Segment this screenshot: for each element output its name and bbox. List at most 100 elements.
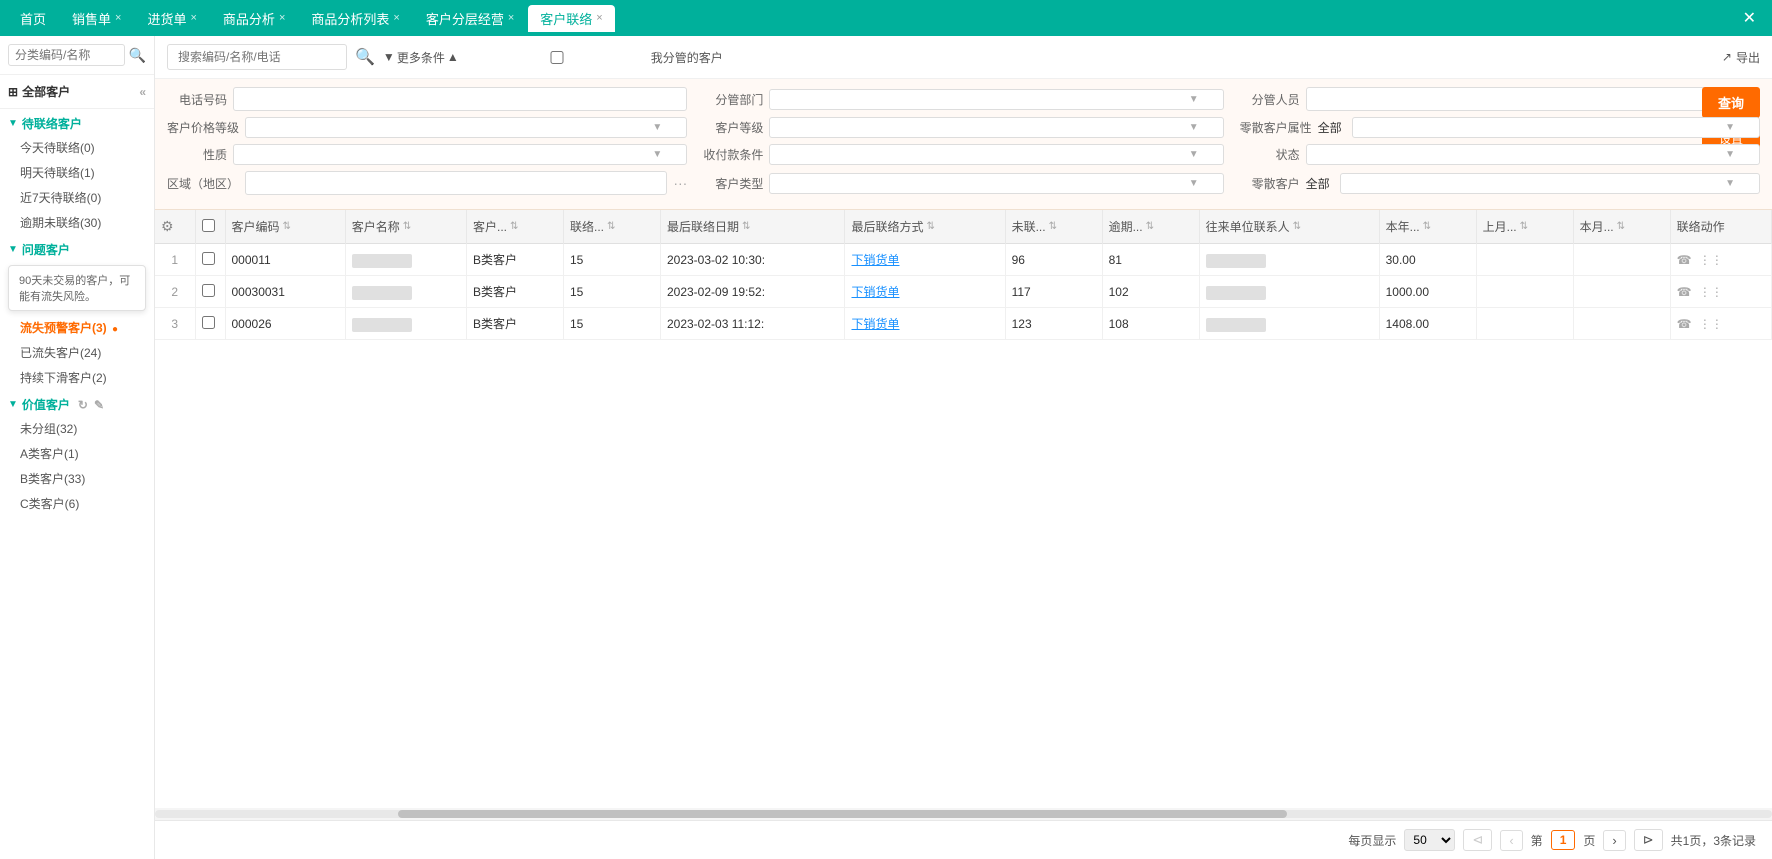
sort-icon-overdue[interactable]: ⇅ xyxy=(1146,221,1154,232)
nav-tab-purchase[interactable]: 进货单 × xyxy=(135,5,208,32)
sidebar-section-problem[interactable]: ▼ 问题客户 xyxy=(0,235,154,261)
row-checkbox[interactable] xyxy=(202,316,215,329)
sidebar-section-pending[interactable]: ▼ 待联络客户 xyxy=(0,109,154,135)
sidebar-item-overdue[interactable]: 逾期未联络(30) xyxy=(0,210,154,235)
per-page-select[interactable]: 50 100 200 xyxy=(1404,829,1455,851)
sidebar-item-lost[interactable]: 已流失客户(24) xyxy=(0,340,154,365)
action-phone-icon[interactable]: ☎ xyxy=(1677,285,1692,299)
cell-overdue: 108 xyxy=(1102,308,1199,340)
status-select[interactable]: ▼ xyxy=(1306,144,1760,165)
sparse-customer-select[interactable]: ▼ xyxy=(1340,173,1760,194)
nav-tab-customer-link[interactable]: 客户联络 × xyxy=(528,5,614,32)
sidebar-item-tomorrow[interactable]: 明天待联络(1) xyxy=(0,160,154,185)
action-phone-icon[interactable]: ☎ xyxy=(1677,317,1692,331)
sort-icon-type[interactable]: ⇅ xyxy=(510,221,518,232)
nav-home[interactable]: 首页 xyxy=(8,5,58,32)
arrow-down-icon2: ▼ xyxy=(8,244,18,255)
sidebar-section-value[interactable]: ▼ 价值客户 ↻ ✎ xyxy=(0,390,154,416)
page-suffix: 页 xyxy=(1583,832,1595,849)
first-page-button[interactable]: ⊲ xyxy=(1463,829,1492,851)
contact-method-link[interactable]: 下销货单 xyxy=(851,317,899,331)
scrollbar-thumb[interactable] xyxy=(398,810,1287,818)
department-select[interactable]: ▼ xyxy=(769,89,1223,110)
sort-icon-code[interactable]: ⇅ xyxy=(283,221,291,232)
horizontal-scrollbar[interactable] xyxy=(155,808,1772,820)
region-dots-icon[interactable]: ··· xyxy=(673,175,687,191)
close-tab-analysis-table-icon[interactable]: × xyxy=(393,12,399,24)
scrollbar-track xyxy=(155,810,1772,818)
contact-method-link[interactable]: 下销货单 xyxy=(851,253,899,267)
cell-last-contact-date: 2023-03-02 10:30: xyxy=(660,244,845,276)
app-close-icon[interactable]: ✕ xyxy=(1735,4,1764,32)
chevron-down-icon9: ▼ xyxy=(1725,178,1735,189)
refresh-icon[interactable]: ↻ xyxy=(78,398,88,412)
price-grade-select[interactable]: ▼ xyxy=(245,117,687,138)
nature-select[interactable]: ▼ xyxy=(233,144,687,165)
payment-select[interactable]: ▼ xyxy=(769,144,1223,165)
sidebar-item-churn-warning[interactable]: 流失预警客户(3) ● xyxy=(0,315,154,340)
sort-icon-method[interactable]: ⇅ xyxy=(927,221,935,232)
manager-input[interactable] xyxy=(1306,87,1740,111)
cell-contact: 15 xyxy=(563,244,660,276)
last-page-button[interactable]: ⊳ xyxy=(1634,829,1663,851)
nav-tab-sales[interactable]: 销售单 × xyxy=(60,5,133,32)
sidebar-search-icon[interactable]: 🔍 xyxy=(129,47,146,64)
action-more-icon[interactable]: ⋮⋮ xyxy=(1699,253,1723,267)
sidebar-item-class-b[interactable]: B类客户(33) xyxy=(0,466,154,491)
export-button[interactable]: ↗ 导出 xyxy=(1722,49,1760,66)
collapse-icon[interactable]: « xyxy=(139,85,146,99)
arrow-down-icon: ▼ xyxy=(8,118,18,129)
nav-tab-analysis-table[interactable]: 商品分析列表 × xyxy=(299,5,411,32)
sort-icon-thismonth[interactable]: ⇅ xyxy=(1617,221,1625,232)
sidebar-search-input[interactable] xyxy=(8,44,125,66)
sidebar-all-customers[interactable]: ⊞ 全部客户 « xyxy=(0,75,154,109)
customer-type-select[interactable]: ▼ xyxy=(769,173,1223,194)
close-tab-sales-icon[interactable]: × xyxy=(115,12,121,24)
my-customers-checkbox-label[interactable]: 我分管的客户 xyxy=(467,49,723,66)
sort-icon-name[interactable]: ⇅ xyxy=(403,221,411,232)
sparse-attr-select[interactable]: ▼ xyxy=(1352,117,1760,138)
action-more-icon[interactable]: ⋮⋮ xyxy=(1699,317,1723,331)
department-label: 分管部门 xyxy=(703,91,763,108)
row-checkbox[interactable] xyxy=(202,284,215,297)
nav-tab-analysis[interactable]: 商品分析 × xyxy=(211,5,297,32)
action-more-icon[interactable]: ⋮⋮ xyxy=(1699,285,1723,299)
sort-icon-contact[interactable]: ⇅ xyxy=(607,221,615,232)
search-button[interactable]: 🔍 xyxy=(355,47,375,67)
sort-icon-nocontact[interactable]: ⇅ xyxy=(1049,221,1057,232)
phone-input[interactable] xyxy=(233,87,687,111)
sort-icon-year[interactable]: ⇅ xyxy=(1423,221,1431,232)
sidebar-item-class-a[interactable]: A类客户(1) xyxy=(0,441,154,466)
close-tab-analysis-icon[interactable]: × xyxy=(279,12,285,24)
row-checkbox[interactable] xyxy=(202,252,215,265)
sort-icon-date[interactable]: ⇅ xyxy=(742,221,750,232)
more-conditions-button[interactable]: ▼ 更多条件 ▲ xyxy=(383,49,459,66)
nav-tab-customer-segment[interactable]: 客户分层经营 × xyxy=(414,5,526,32)
query-button[interactable]: 查询 xyxy=(1702,87,1760,118)
sort-icon-lastmonth[interactable]: ⇅ xyxy=(1520,221,1528,232)
action-phone-icon[interactable]: ☎ xyxy=(1677,253,1692,267)
contact-person-blurred xyxy=(1206,286,1266,300)
sort-icon-person[interactable]: ⇅ xyxy=(1293,221,1301,232)
edit-icon[interactable]: ✎ xyxy=(94,398,104,412)
customer-grade-select[interactable]: ▼ xyxy=(769,117,1223,138)
sidebar-item-week[interactable]: 近7天待联络(0) xyxy=(0,185,154,210)
select-all-checkbox[interactable] xyxy=(202,219,215,232)
my-customers-checkbox[interactable] xyxy=(467,51,647,64)
close-tab-purchase-icon[interactable]: × xyxy=(190,12,196,24)
customer-grade-label: 客户等级 xyxy=(703,119,763,136)
region-input[interactable] xyxy=(245,171,667,195)
customer-type-label: 客户类型 xyxy=(703,175,763,192)
prev-page-button[interactable]: ‹ xyxy=(1500,830,1522,851)
search-input[interactable] xyxy=(167,44,347,70)
contact-method-link[interactable]: 下销货单 xyxy=(851,285,899,299)
close-tab-customer-segment-icon[interactable]: × xyxy=(508,12,514,24)
next-page-button[interactable]: › xyxy=(1603,830,1625,851)
sidebar-item-declining[interactable]: 持续下滑客户(2) xyxy=(0,365,154,390)
table-settings-icon[interactable]: ⚙ xyxy=(161,218,174,234)
sidebar-item-ungrouped[interactable]: 未分组(32) xyxy=(0,416,154,441)
sidebar-item-today[interactable]: 今天待联络(0) xyxy=(0,135,154,160)
close-tab-customer-link-icon[interactable]: × xyxy=(596,12,602,24)
sidebar-item-class-c[interactable]: C类客户(6) xyxy=(0,491,154,516)
filter-icon: ▼ xyxy=(383,50,395,64)
